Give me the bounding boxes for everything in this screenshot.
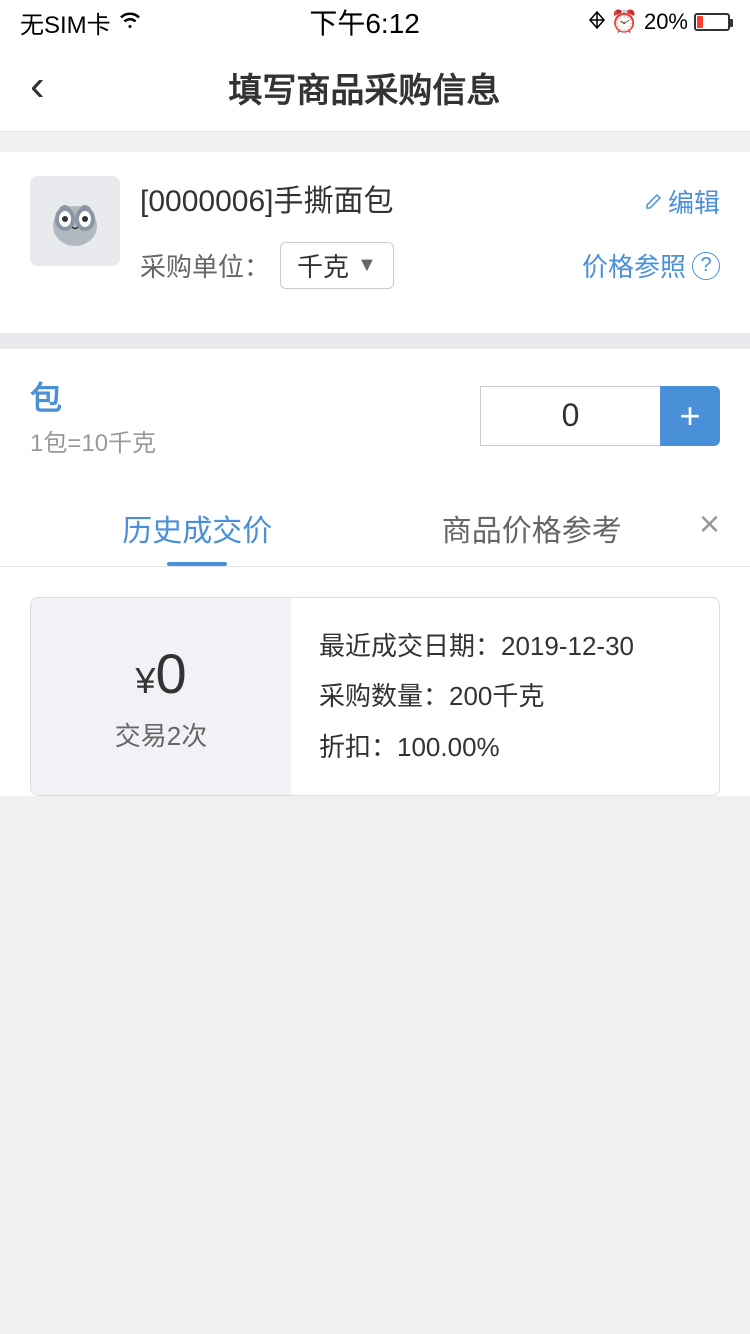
product-unit-row: 采购单位： 千克 ▼ 价格参照 ?	[140, 242, 720, 289]
recent-date-row: 最近成交日期：2019-12-30	[319, 628, 691, 664]
carrier-label: 无SIM卡	[20, 5, 111, 40]
quantity-label: 包 1包=10千克	[30, 373, 156, 458]
discount-label: 折扣：	[319, 732, 397, 762]
nav-bar: ‹ 填写商品采购信息	[0, 44, 750, 132]
product-card: [0000006]手撕面包 编辑 采购单位： 千克 ▼	[0, 152, 750, 333]
tabs-header: 历史成交价 商品价格参考 ×	[0, 482, 750, 567]
pkg-label: 包	[30, 373, 156, 419]
battery-label: 20%	[644, 9, 688, 35]
tabs-section: 历史成交价 商品价格参考 × ¥0 交易2次 最近成交日期：2019-12-30…	[0, 482, 750, 796]
tab-history-price[interactable]: 历史成交价	[30, 482, 364, 566]
product-name: [0000006]手撕面包	[140, 176, 393, 220]
discount-row: 折扣：100.00%	[319, 729, 691, 765]
edit-button[interactable]: 编辑	[644, 183, 720, 220]
dropdown-arrow: ▼	[357, 254, 377, 277]
page-title: 填写商品采购信息	[65, 63, 664, 112]
purchase-qty-label: 采购数量：	[319, 681, 449, 711]
section-divider	[0, 333, 750, 349]
product-name-row: [0000006]手撕面包 编辑	[140, 176, 720, 226]
location-icon	[589, 9, 605, 35]
pkg-unit: 包	[30, 373, 62, 419]
alarm-icon: ⏰	[611, 9, 638, 35]
pkg-conversion: 1包=10千克	[30, 423, 156, 458]
purchase-qty-value: 200千克	[449, 681, 544, 711]
back-button[interactable]: ‹	[30, 64, 45, 108]
quantity-plus-button[interactable]: +	[660, 386, 720, 446]
price-card: ¥0 交易2次 最近成交日期：2019-12-30 采购数量：200千克 折扣：…	[30, 597, 720, 796]
price-ref-button[interactable]: 价格参照 ?	[582, 247, 720, 284]
product-thumbnail	[30, 176, 120, 266]
price-right-panel: 最近成交日期：2019-12-30 采购数量：200千克 折扣：100.00%	[291, 598, 719, 795]
quantity-row: 包 1包=10千克 +	[0, 349, 750, 482]
product-info: [0000006]手撕面包 编辑 采购单位： 千克 ▼	[140, 176, 720, 289]
status-time: 下午6:12	[309, 2, 420, 42]
unit-dropdown[interactable]: 千克 ▼	[280, 242, 394, 289]
status-bar: 无SIM卡 下午6:12 ⏰ 20%	[0, 0, 750, 44]
quantity-control: +	[480, 386, 720, 446]
main-content: [0000006]手撕面包 编辑 采购单位： 千克 ▼	[0, 152, 750, 952]
product-header: [0000006]手撕面包 编辑 采购单位： 千克 ▼	[30, 176, 720, 289]
price-amount: ¥0	[135, 641, 186, 706]
status-right: ⏰ 20%	[589, 9, 730, 35]
tabs-close-button[interactable]: ×	[699, 483, 720, 565]
wifi-icon	[119, 8, 141, 36]
battery-icon	[694, 13, 730, 31]
currency-symbol: ¥	[135, 660, 155, 701]
tab-price-ref[interactable]: 商品价格参考	[364, 482, 698, 566]
unit-label: 采购单位：	[140, 247, 270, 284]
quantity-input[interactable]	[480, 386, 660, 446]
price-left-panel: ¥0 交易2次	[31, 598, 291, 795]
help-icon: ?	[692, 252, 720, 280]
discount-value: 100.00%	[397, 732, 500, 762]
recent-date-value: 2019-12-30	[501, 631, 634, 661]
purchase-qty-row: 采购数量：200千克	[319, 678, 691, 714]
status-left: 无SIM卡	[20, 5, 141, 40]
purchase-unit: 采购单位： 千克 ▼	[140, 242, 394, 289]
transaction-count: 交易2次	[115, 716, 207, 753]
recent-date-label: 最近成交日期：	[319, 631, 501, 661]
